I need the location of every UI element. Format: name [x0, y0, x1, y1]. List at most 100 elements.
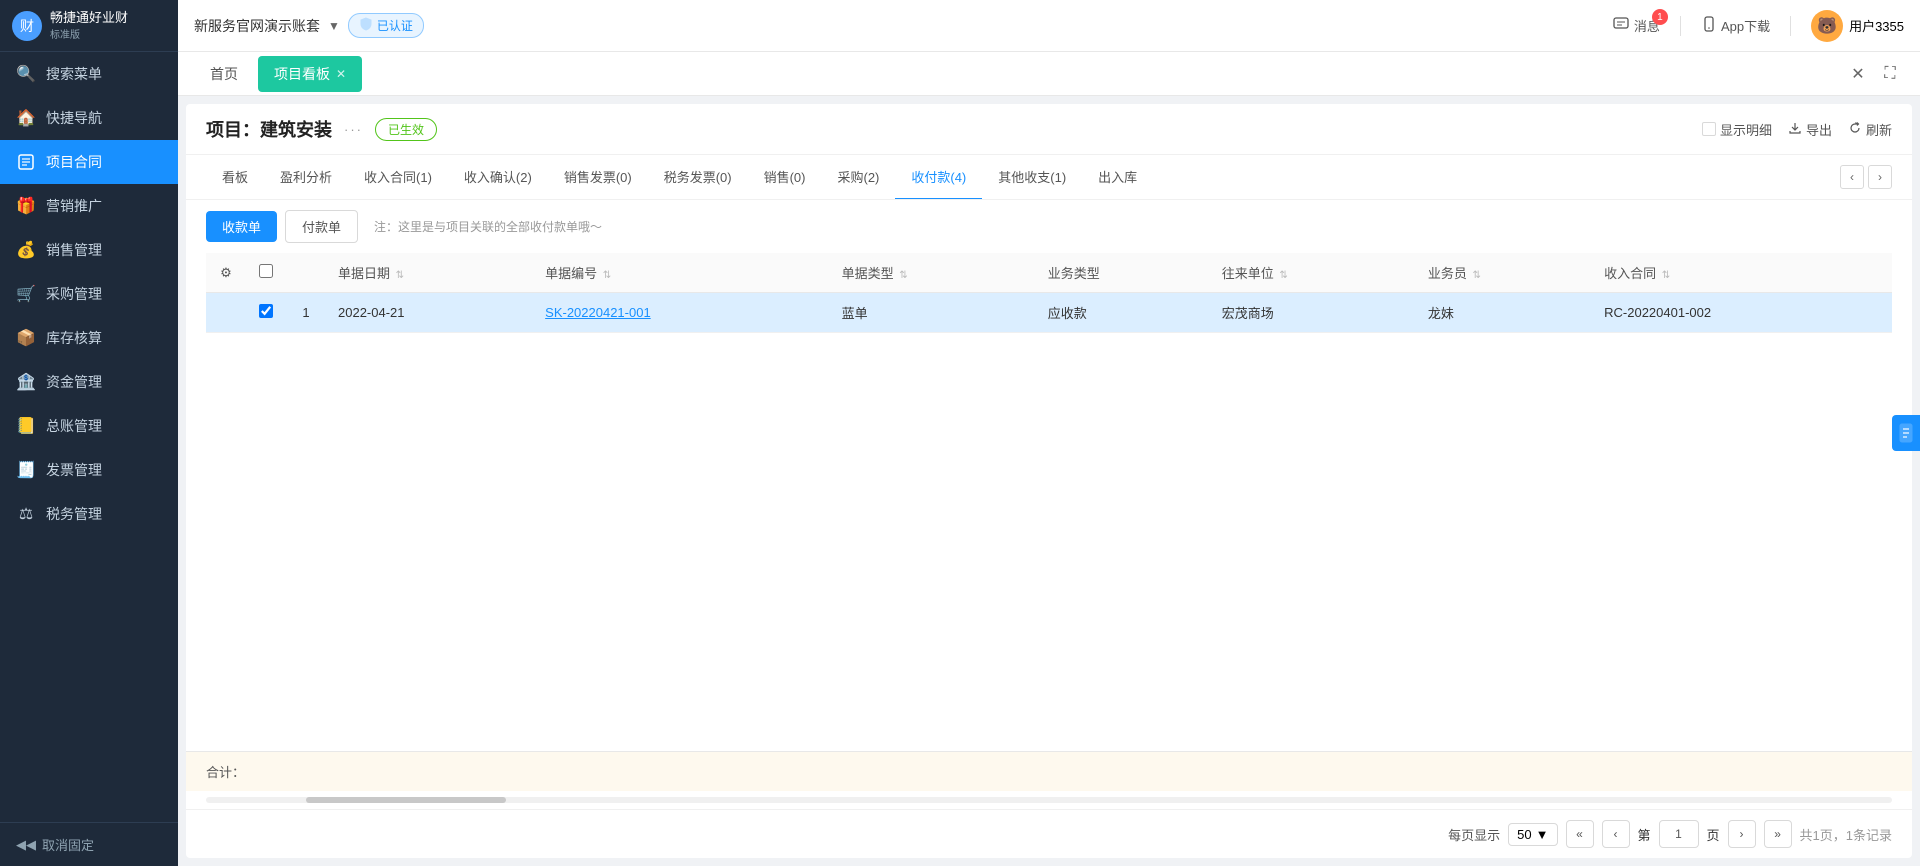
unpin-icon: ◀◀: [16, 837, 36, 853]
sub-tabs-nav: ‹ ›: [1840, 165, 1892, 189]
sub-tab-next-button[interactable]: ›: [1868, 165, 1892, 189]
sidebar-item-ledger[interactable]: 📒 总账管理: [0, 404, 178, 448]
sidebar-item-label: 营销推广: [46, 196, 102, 216]
th-salesperson[interactable]: 业务员 ⇅: [1416, 253, 1592, 293]
invoice-icon: 🧾: [16, 460, 36, 480]
sub-tab-sales-invoice[interactable]: 销售发票(0): [548, 155, 648, 200]
sub-tab-kanban[interactable]: 看板: [206, 155, 264, 200]
sidebar-item-sales[interactable]: 💰 销售管理: [0, 228, 178, 272]
right-panel-button[interactable]: [1892, 415, 1920, 451]
payments-filter-button[interactable]: 付款单: [285, 210, 358, 243]
sub-tab-profit[interactable]: 盈利分析: [264, 155, 348, 200]
td-partner: 宏茂商场: [1210, 293, 1416, 333]
table-row[interactable]: 1 2022-04-21 SK-20220421-001 蓝单 应收款 宏茂商场…: [206, 293, 1892, 333]
sidebar-item-invoice[interactable]: 🧾 发票管理: [0, 448, 178, 492]
per-page-select[interactable]: 50 ▼: [1508, 823, 1557, 846]
sort-icon-4: ⇅: [1279, 270, 1287, 281]
sub-tab-income-confirm[interactable]: 收入确认(2): [448, 155, 548, 200]
receipts-table: ⚙ 单据日期 ⇅ 单据编号 ⇅: [206, 253, 1892, 333]
last-page-button[interactable]: »: [1764, 820, 1792, 848]
dropdown-icon: ▼: [1536, 827, 1549, 842]
account-dropdown-button[interactable]: ▼: [328, 19, 340, 33]
messages-button[interactable]: 消息 1: [1612, 15, 1660, 36]
sort-icon: ⇅: [396, 270, 404, 281]
sidebar-item-label: 总账管理: [46, 416, 102, 436]
th-date[interactable]: 单据日期 ⇅: [326, 253, 533, 293]
unpin-button[interactable]: ◀◀ 取消固定: [0, 822, 178, 866]
sidebar-item-project-contract[interactable]: 项目合同: [0, 140, 178, 184]
tab-project-board[interactable]: 项目看板 ✕: [258, 56, 362, 92]
receipts-filter-button[interactable]: 收款单: [206, 211, 277, 242]
sort-icon-3: ⇅: [899, 270, 907, 281]
horizontal-scrollbar[interactable]: [186, 791, 1912, 809]
sidebar-item-purchase[interactable]: 🛒 采购管理: [0, 272, 178, 316]
td-number[interactable]: SK-20220421-001: [533, 293, 830, 333]
sidebar-item-label: 项目合同: [46, 152, 102, 172]
prev-page-button[interactable]: ‹: [1602, 820, 1630, 848]
table-header-row: ⚙ 单据日期 ⇅ 单据编号 ⇅: [206, 253, 1892, 293]
export-button[interactable]: 导出: [1788, 120, 1832, 139]
sidebar-item-label: 快捷导航: [46, 108, 102, 128]
app-download-button[interactable]: App下载: [1701, 16, 1770, 35]
sidebar-item-inventory[interactable]: 📦 库存核算: [0, 316, 178, 360]
sidebar-nav-list: 🔍 搜索菜单 🏠 快捷导航 项目合同 🎁 营销推广 💰 销售管理: [0, 52, 178, 822]
user-menu[interactable]: 🐻 用户3355: [1811, 10, 1904, 42]
cart-icon: 🛒: [16, 284, 36, 304]
sort-icon-2: ⇅: [603, 270, 611, 281]
ledger-icon: 📒: [16, 416, 36, 436]
scrollbar-thumb[interactable]: [306, 797, 506, 803]
box-icon: 📦: [16, 328, 36, 348]
th-type[interactable]: 单据类型 ⇅: [830, 253, 1036, 293]
project-more-button[interactable]: ···: [344, 122, 363, 137]
th-contract[interactable]: 收入合同 ⇅: [1592, 253, 1892, 293]
sub-tab-purchase[interactable]: 采购(2): [821, 155, 895, 200]
maximize-window-button[interactable]: ⛶: [1876, 60, 1904, 88]
th-partner[interactable]: 往来单位 ⇅: [1210, 253, 1416, 293]
sidebar-item-label: 销售管理: [46, 240, 102, 260]
show-detail-checkbox[interactable]: 显示明细: [1702, 120, 1772, 139]
total-row: 合计：: [186, 751, 1912, 791]
project-actions: 显示明细 导出: [1702, 120, 1892, 139]
td-checkbox[interactable]: [246, 293, 286, 333]
sidebar-item-quick-nav[interactable]: 🏠 快捷导航: [0, 96, 178, 140]
table-container: ⚙ 单据日期 ⇅ 单据编号 ⇅: [186, 253, 1912, 751]
refresh-button[interactable]: 刷新: [1848, 120, 1892, 139]
row-checkbox[interactable]: [259, 304, 273, 318]
close-window-button[interactable]: ✕: [1844, 60, 1872, 88]
sub-tab-other[interactable]: 其他收支(1): [982, 155, 1082, 200]
th-biz-type: 业务类型: [1036, 253, 1210, 293]
sidebar-item-tax[interactable]: ⚖ 税务管理: [0, 492, 178, 536]
sub-tab-tax-invoice[interactable]: 税务发票(0): [648, 155, 748, 200]
th-settings[interactable]: ⚙: [206, 253, 246, 293]
td-index: 1: [286, 293, 326, 333]
checkbox-icon[interactable]: [1702, 122, 1716, 136]
tab-close-icon[interactable]: ✕: [336, 67, 346, 81]
sort-icon-5: ⇅: [1472, 270, 1480, 281]
current-page-input[interactable]: 1: [1659, 820, 1699, 848]
tabbar: 首页 项目看板 ✕ ✕ ⛶: [178, 52, 1920, 96]
sidebar-item-label: 发票管理: [46, 460, 102, 480]
topbar-right: 消息 1 App下载 🐻 用户3355: [1612, 10, 1904, 42]
sidebar-item-search[interactable]: 🔍 搜索菜单: [0, 52, 178, 96]
shield-icon: [359, 17, 373, 34]
sub-tab-sales[interactable]: 销售(0): [748, 155, 822, 200]
th-index: [286, 253, 326, 293]
sub-tab-prev-button[interactable]: ‹: [1840, 165, 1864, 189]
td-settings: [206, 293, 246, 333]
first-page-button[interactable]: «: [1566, 820, 1594, 848]
main-content: 新服务官网演示账套 ▼ 已认证 消息 1: [178, 0, 1920, 866]
topbar-left: 新服务官网演示账套 ▼ 已认证: [194, 13, 1612, 38]
sidebar-logo: 财 畅捷通好业财 标准版: [0, 0, 178, 52]
per-page-label: 每页显示: [1448, 825, 1500, 844]
sub-tab-inout[interactable]: 出入库: [1082, 155, 1153, 200]
sub-tab-income-contract[interactable]: 收入合同(1): [348, 155, 448, 200]
th-number[interactable]: 单据编号 ⇅: [533, 253, 830, 293]
sidebar-item-finance[interactable]: 🏦 资金管理: [0, 360, 178, 404]
logo-text: 畅捷通好业财 标准版: [50, 10, 128, 42]
sub-tab-receipts[interactable]: 收付款(4): [895, 155, 982, 200]
tab-home[interactable]: 首页: [194, 56, 254, 92]
select-all-checkbox[interactable]: [259, 264, 273, 278]
next-page-button[interactable]: ›: [1728, 820, 1756, 848]
home-icon: 🏠: [16, 108, 36, 128]
sidebar-item-marketing[interactable]: 🎁 营销推广: [0, 184, 178, 228]
